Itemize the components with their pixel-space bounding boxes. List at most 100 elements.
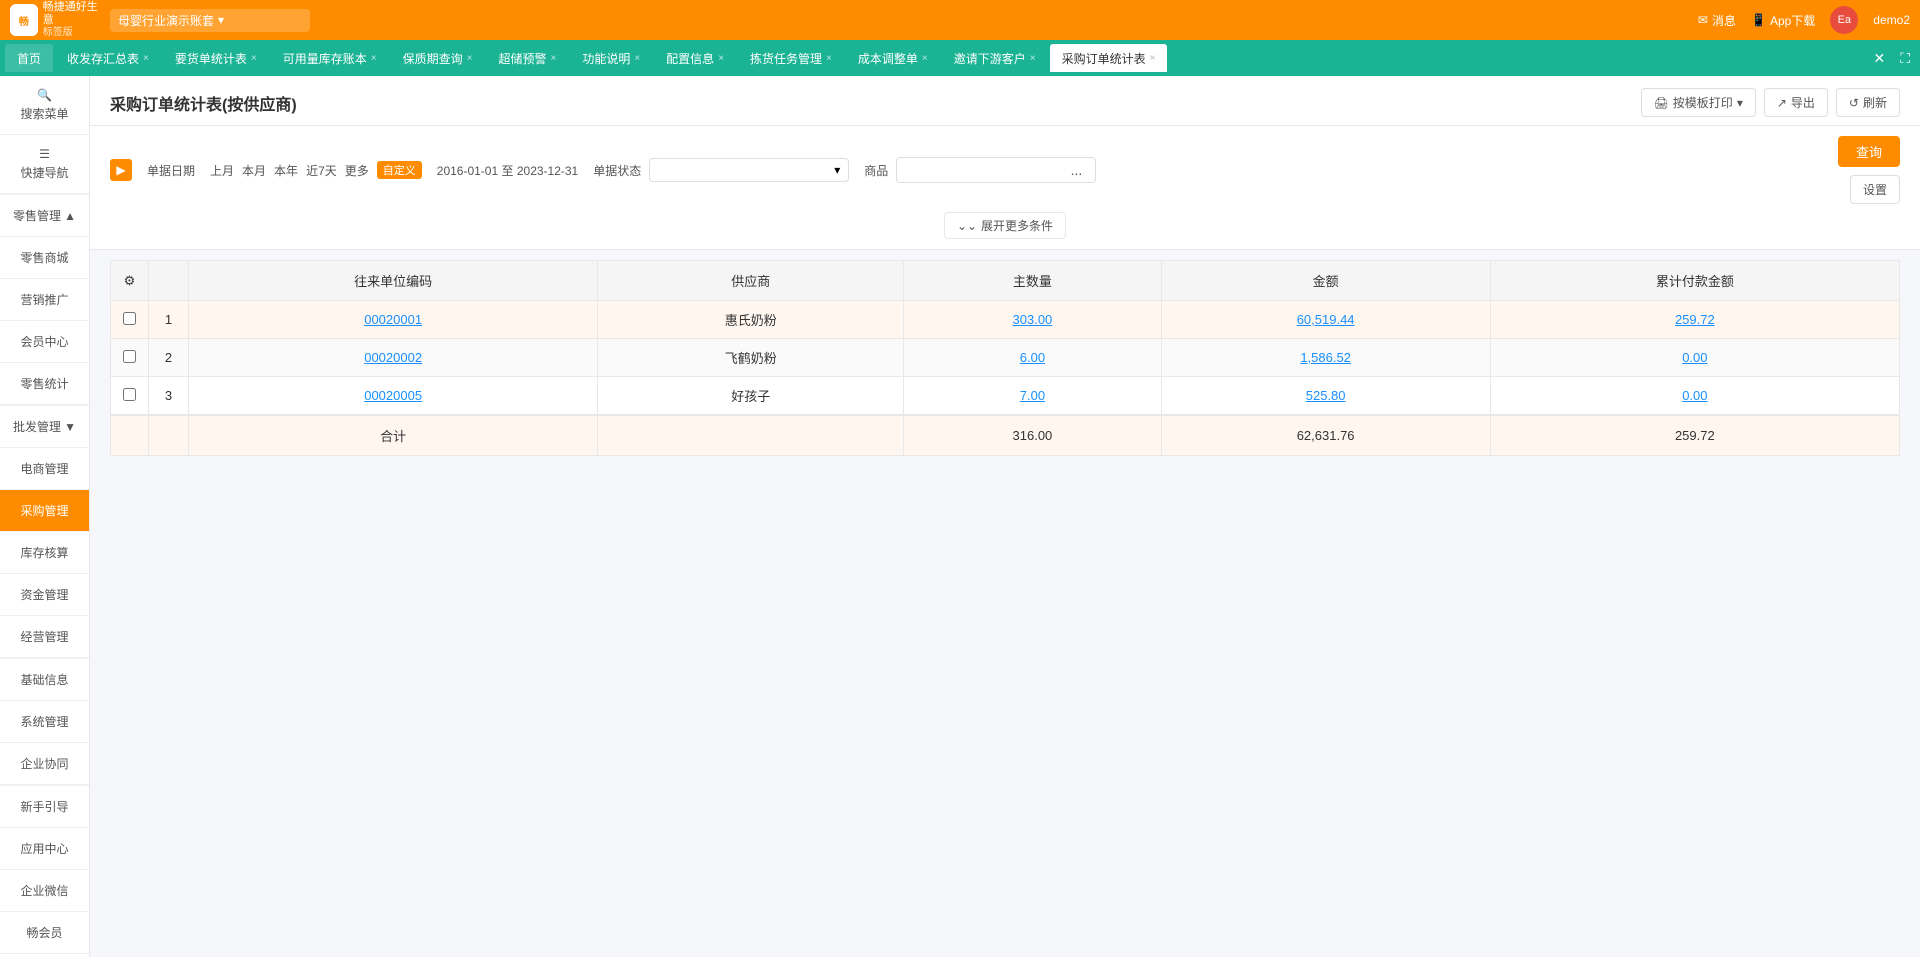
- filter-toggle-button[interactable]: ▶: [110, 159, 132, 181]
- cell-qty[interactable]: 6.00: [904, 339, 1161, 377]
- footer-row: 合计 316.00 62,631.76 259.72: [111, 415, 1900, 456]
- tab-config[interactable]: 配置信息 ×: [654, 44, 736, 72]
- goods-label: 商品: [864, 162, 888, 179]
- close-icon[interactable]: ×: [143, 53, 149, 64]
- tab-expiry-query[interactable]: 保质期查询 ×: [391, 44, 485, 72]
- expand-conditions-button[interactable]: ⌄⌄ 展开更多条件: [944, 212, 1066, 239]
- sidebar-item-retail-shop[interactable]: 零售商城: [0, 237, 89, 279]
- app-download-button[interactable]: 📱 App下载: [1751, 12, 1815, 29]
- sidebar-item-marketing[interactable]: 营销推广: [0, 279, 89, 321]
- row-checkbox[interactable]: [123, 312, 136, 325]
- close-icon[interactable]: ×: [251, 53, 257, 64]
- sidebar-item-ecommerce[interactable]: 电商管理: [0, 448, 89, 490]
- row-checkbox[interactable]: [123, 388, 136, 401]
- cell-check[interactable]: [111, 377, 149, 416]
- cell-check[interactable]: [111, 339, 149, 377]
- close-icon[interactable]: ×: [634, 53, 640, 64]
- chevron-down-icon: ▾: [834, 163, 840, 177]
- refresh-button[interactable]: ↺ 刷新: [1836, 88, 1900, 117]
- row-checkbox[interactable]: [123, 350, 136, 363]
- sidebar-item-search[interactable]: 🔍 搜索菜单: [0, 76, 89, 135]
- cell-code[interactable]: 00020005: [189, 377, 598, 416]
- sidebar-item-finance[interactable]: 资金管理: [0, 574, 89, 616]
- tab-order-stat[interactable]: 要货单统计表 ×: [163, 44, 269, 72]
- cell-amount[interactable]: 60,519.44: [1161, 301, 1490, 339]
- close-icon[interactable]: ×: [1150, 53, 1156, 64]
- cell-check[interactable]: [111, 301, 149, 339]
- tab-function-desc[interactable]: 功能说明 ×: [570, 44, 652, 72]
- tab-cost-adjust[interactable]: 成本调整单 ×: [846, 44, 940, 72]
- sidebar-item-app-center[interactable]: 应用中心: [0, 828, 89, 870]
- cell-qty[interactable]: 303.00: [904, 301, 1161, 339]
- th-code: 往来单位编码: [189, 261, 598, 301]
- custom-date-badge[interactable]: 自定义: [377, 161, 422, 179]
- tab-purchase-stat[interactable]: 采购订单统计表 ×: [1050, 44, 1168, 72]
- close-icon[interactable]: ×: [718, 53, 724, 64]
- tab-invite-downstream[interactable]: 邀请下游客户 ×: [942, 44, 1048, 72]
- cell-code[interactable]: 00020002: [189, 339, 598, 377]
- status-select[interactable]: ▾: [649, 158, 849, 182]
- cell-qty[interactable]: 7.00: [904, 377, 1161, 416]
- shortcut-7days[interactable]: 近7天: [306, 162, 337, 179]
- tab-receive-summary[interactable]: 收发存汇总表 ×: [55, 44, 161, 72]
- table-footer: 合计 316.00 62,631.76 259.72: [111, 415, 1900, 456]
- ellipsis-button[interactable]: ...: [1066, 162, 1088, 178]
- search-icon: 🔍: [37, 88, 52, 102]
- sidebar: 🔍 搜索菜单 ☰ 快捷导航 零售管理 ▲ 零售商城 营销推广 会员中心 零售统计…: [0, 76, 90, 957]
- cell-paid[interactable]: 0.00: [1490, 377, 1899, 416]
- shortcut-this-month[interactable]: 本月: [242, 162, 266, 179]
- tab-home[interactable]: 首页: [5, 44, 53, 72]
- top-bar-right: ✉ 消息 📱 App下载 Ea demo2: [1698, 6, 1910, 34]
- sidebar-item-operation[interactable]: 经营管理: [0, 616, 89, 658]
- shortcut-this-year[interactable]: 本年: [274, 162, 298, 179]
- footer-label: 合计: [189, 415, 598, 456]
- message-button[interactable]: ✉ 消息: [1698, 12, 1736, 29]
- sidebar-item-system[interactable]: 系统管理: [0, 701, 89, 743]
- sidebar-item-wholesale[interactable]: 批发管理 ▼: [0, 406, 89, 448]
- setting-button[interactable]: 设置: [1850, 175, 1900, 204]
- footer-paid: 259.72: [1490, 415, 1899, 456]
- nav-right-buttons: ✕ ⛶: [1868, 48, 1915, 69]
- nav-close-button[interactable]: ✕: [1868, 48, 1890, 69]
- cell-code[interactable]: 00020001: [189, 301, 598, 339]
- goods-input[interactable]: ...: [896, 157, 1096, 183]
- tab-usable-inventory[interactable]: 可用量库存账本 ×: [271, 44, 389, 72]
- logo-text: 畅捷通好生意 标签版: [43, 1, 100, 39]
- sidebar-item-retail-stat[interactable]: 零售统计: [0, 363, 89, 405]
- tab-overstock[interactable]: 超储预警 ×: [486, 44, 568, 72]
- sidebar-item-member-program[interactable]: 畅会员: [0, 912, 89, 954]
- close-icon[interactable]: ×: [467, 53, 473, 64]
- cell-amount[interactable]: 1,586.52: [1161, 339, 1490, 377]
- close-icon[interactable]: ×: [826, 53, 832, 64]
- user-name[interactable]: demo2: [1873, 13, 1910, 27]
- th-gear[interactable]: ⚙: [111, 261, 149, 301]
- cell-amount[interactable]: 525.80: [1161, 377, 1490, 416]
- sidebar-item-shortcuts[interactable]: ☰ 快捷导航: [0, 135, 89, 194]
- sidebar-item-retail-mgmt[interactable]: 零售管理 ▲: [0, 195, 89, 237]
- cell-paid[interactable]: 0.00: [1490, 339, 1899, 377]
- sidebar-item-base-info[interactable]: 基础信息: [0, 659, 89, 701]
- sidebar-item-inventory[interactable]: 库存核算: [0, 532, 89, 574]
- nav-maximize-button[interactable]: ⛶: [1895, 48, 1915, 69]
- sidebar-item-members[interactable]: 会员中心: [0, 321, 89, 363]
- sidebar-item-collab[interactable]: 企业协同: [0, 743, 89, 785]
- export-button[interactable]: ↗ 导出: [1764, 88, 1828, 117]
- close-icon[interactable]: ×: [550, 53, 556, 64]
- close-icon[interactable]: ×: [922, 53, 928, 64]
- print-button[interactable]: 🖨 按模板打印 ▾: [1641, 88, 1756, 117]
- sidebar-item-wechat[interactable]: 企业微信: [0, 870, 89, 912]
- workspace-dropdown-icon: ▾: [218, 13, 224, 27]
- cell-paid[interactable]: 259.72: [1490, 301, 1899, 339]
- close-icon[interactable]: ×: [371, 53, 377, 64]
- tab-pick-task[interactable]: 拣货任务管理 ×: [738, 44, 844, 72]
- table-body: 1 00020001 惠氏奶粉 303.00 60,519.44 259.72 …: [111, 301, 1900, 416]
- refresh-icon: ↺: [1849, 96, 1859, 110]
- sidebar-item-guide[interactable]: 新手引导: [0, 786, 89, 828]
- shortcut-more[interactable]: 更多: [345, 162, 369, 179]
- shortcut-last-month[interactable]: 上月: [210, 162, 234, 179]
- close-icon[interactable]: ×: [1030, 53, 1036, 64]
- logo-icon: 畅: [10, 4, 38, 36]
- sidebar-item-purchase[interactable]: 采购管理: [0, 490, 89, 532]
- workspace-selector[interactable]: 母婴行业演示账套 ▾: [110, 9, 310, 32]
- query-button[interactable]: 查询: [1838, 136, 1900, 167]
